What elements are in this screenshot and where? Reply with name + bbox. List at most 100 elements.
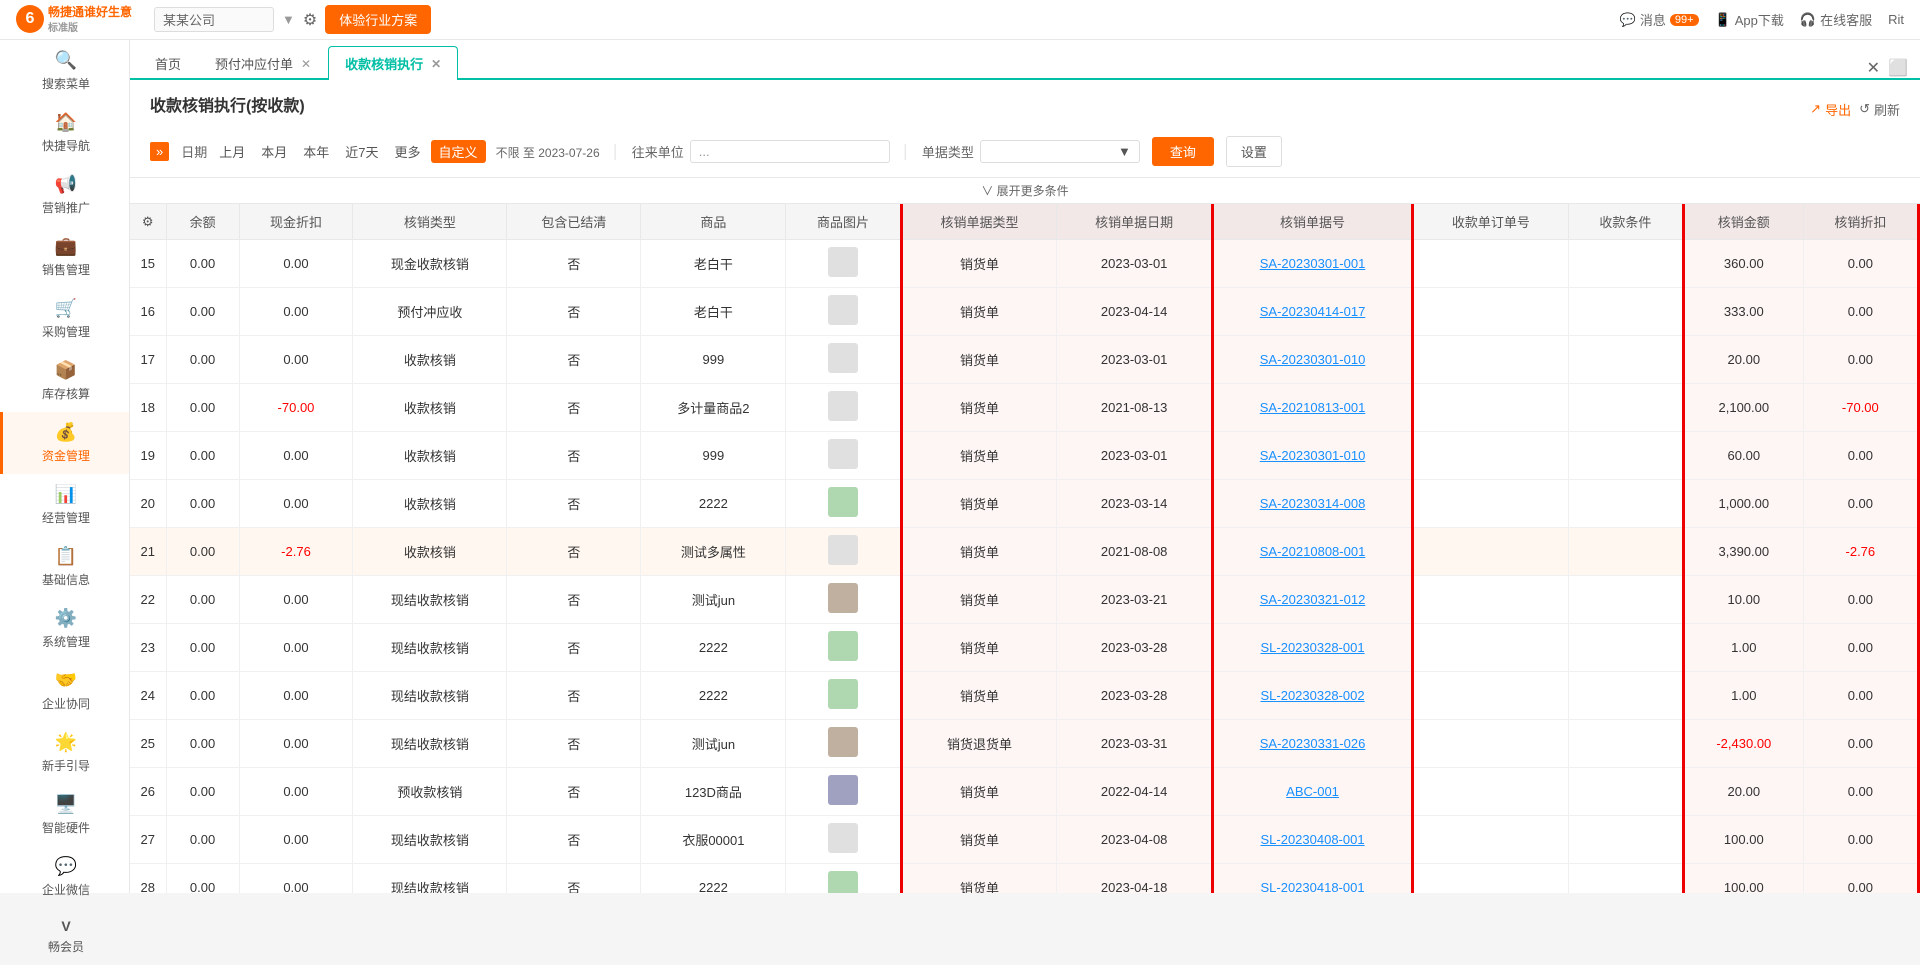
refresh-button[interactable]: ↺ 刷新 (1859, 100, 1900, 119)
sidebar-item-inventory[interactable]: 📦 库存核算 (0, 350, 129, 412)
cell-balance: 0.00 (166, 384, 239, 432)
goods-image (828, 247, 858, 277)
cell-id: 20 (130, 480, 166, 528)
cell-balance: 0.00 (166, 672, 239, 720)
cell-verify-doc-no[interactable]: SL-20230328-002 (1213, 672, 1413, 720)
cell-verify-doc-date: 2023-03-01 (1057, 432, 1213, 480)
cell-id: 25 (130, 720, 166, 768)
doc-no-link[interactable]: SA-20210813-001 (1260, 400, 1366, 415)
expand-button[interactable]: » (150, 142, 169, 161)
date-btn-last-month[interactable]: 上月 (213, 140, 251, 163)
cell-verify-doc-no[interactable]: SA-20230321-012 (1213, 576, 1413, 624)
cell-receipt-order-no (1413, 768, 1569, 816)
maximize-window-icon[interactable]: ⬜ (1888, 58, 1908, 78)
cell-receipt-condition (1568, 768, 1683, 816)
cell-verify-discount: 0.00 (1803, 672, 1918, 720)
sidebar-item-basic[interactable]: 📋 基础信息 (0, 536, 129, 598)
doc-no-link[interactable]: SA-20210808-001 (1260, 544, 1366, 559)
cell-verify-doc-no[interactable]: SA-20210808-001 (1213, 528, 1413, 576)
page-content: 收款核销执行(按收款) ↗ 导出 ↺ 刷新 » 日期 (130, 80, 1920, 893)
cell-verify-doc-no[interactable]: SA-20230301-001 (1213, 240, 1413, 288)
sidebar-item-finance[interactable]: 💰 资金管理 (0, 412, 129, 474)
message-item[interactable]: 💬 消息 99+ (1620, 10, 1699, 29)
tab-receipt[interactable]: 收款核销执行 ✕ (328, 46, 458, 80)
app-download-item[interactable]: 📱 App下载 (1715, 10, 1784, 29)
sidebar-item-quick-nav[interactable]: 🏠 快捷导航 (0, 102, 129, 164)
setting-button[interactable]: 设置 (1226, 136, 1282, 167)
doc-no-link[interactable]: SA-20230301-001 (1260, 256, 1366, 271)
doc-type-select[interactable]: ▼ (980, 140, 1140, 163)
tab-receipt-close-icon[interactable]: ✕ (431, 57, 441, 71)
date-btn-this-year[interactable]: 本年 (297, 140, 335, 163)
sidebar-label-guide: 新手引导 (42, 757, 90, 774)
cell-goods: 2222 (641, 864, 786, 894)
expand-more-bar[interactable]: ∨ 展开更多条件 (130, 178, 1920, 204)
doc-no-link[interactable]: ABC-001 (1286, 784, 1339, 799)
cell-include-settled: 否 (507, 480, 641, 528)
company-name[interactable]: 某某公司 (154, 7, 274, 32)
sidebar-item-purchase[interactable]: 🛒 采购管理 (0, 288, 129, 350)
cell-verify-doc-no[interactable]: SL-20230418-001 (1213, 864, 1413, 894)
date-btn-custom[interactable]: 自定义 (431, 140, 486, 163)
sidebar-item-hardware[interactable]: 🖥️ 智能硬件 (0, 784, 129, 846)
cell-verify-doc-no[interactable]: SL-20230408-001 (1213, 816, 1413, 864)
company-chevron-icon[interactable]: ▼ (282, 12, 295, 27)
doc-no-link[interactable]: SL-20230328-002 (1260, 688, 1364, 703)
sidebar-item-member[interactable]: V 畅会员 (0, 908, 129, 965)
industry-solution-button[interactable]: 体验行业方案 (325, 5, 431, 34)
cell-verify-doc-no[interactable]: SA-20230301-010 (1213, 336, 1413, 384)
cell-receipt-order-no (1413, 288, 1569, 336)
doc-no-link[interactable]: SL-20230328-001 (1260, 640, 1364, 655)
doc-no-link[interactable]: SL-20230418-001 (1260, 880, 1364, 893)
date-btn-this-month[interactable]: 本月 (255, 140, 293, 163)
cell-receipt-order-no (1413, 864, 1569, 894)
cell-verify-doc-no[interactable]: ABC-001 (1213, 768, 1413, 816)
cell-cash-discount: 0.00 (239, 864, 353, 894)
doc-no-link[interactable]: SA-20230314-008 (1260, 496, 1366, 511)
date-btn-7days[interactable]: 近7天 (339, 140, 384, 163)
cell-verify-doc-no[interactable]: SA-20230301-010 (1213, 432, 1413, 480)
user-name[interactable]: Rit (1888, 12, 1904, 27)
cell-verify-doc-no[interactable]: SA-20230314-008 (1213, 480, 1413, 528)
sidebar-item-sales[interactable]: 💼 销售管理 (0, 226, 129, 288)
doc-no-link[interactable]: SA-20230301-010 (1260, 448, 1366, 463)
sidebar-item-marketing[interactable]: 📢 营销推广 (0, 164, 129, 226)
sidebar-item-guide[interactable]: 🌟 新手引导 (0, 722, 129, 784)
cell-verify-type: 现结收款核销 (353, 720, 507, 768)
unit-input[interactable]: ... (690, 140, 890, 163)
logo-sub: 标准版 (48, 19, 132, 34)
export-button[interactable]: ↗ 导出 (1810, 100, 1851, 119)
sidebar-item-system[interactable]: ⚙️ 系统管理 (0, 598, 129, 660)
th-settings[interactable]: ⚙ (130, 204, 166, 240)
cell-id: 26 (130, 768, 166, 816)
doc-no-link[interactable]: SL-20230408-001 (1260, 832, 1364, 847)
cell-receipt-order-no (1413, 816, 1569, 864)
tab-prepay-close-icon[interactable]: ✕ (301, 57, 311, 71)
export-icon: ↗ (1810, 101, 1821, 117)
doc-no-link[interactable]: SA-20230321-012 (1260, 592, 1366, 607)
doc-no-link[interactable]: SA-20230331-026 (1260, 736, 1366, 751)
sidebar-item-search[interactable]: 🔍 搜索菜单 (0, 40, 129, 102)
cell-verify-doc-no[interactable]: SA-20230331-026 (1213, 720, 1413, 768)
date-btn-more[interactable]: 更多 (389, 140, 427, 163)
cell-verify-amount: 1.00 (1683, 672, 1803, 720)
settings-gear-icon[interactable]: ⚙ (303, 10, 317, 30)
tab-prepay[interactable]: 预付冲应付单 ✕ (198, 46, 328, 80)
tab-home[interactable]: 首页 (138, 46, 198, 80)
cell-verify-doc-no[interactable]: SA-20210813-001 (1213, 384, 1413, 432)
cell-goods-img (786, 864, 901, 894)
query-button[interactable]: 查询 (1152, 137, 1214, 166)
cell-verify-doc-no[interactable]: SA-20230414-017 (1213, 288, 1413, 336)
sidebar-item-enterprise[interactable]: 🤝 企业协同 (0, 660, 129, 722)
column-settings-icon[interactable]: ⚙ (142, 214, 154, 229)
tab-bar-right: ✕ ⬜ (1867, 58, 1920, 78)
doc-no-link[interactable]: SA-20230414-017 (1260, 304, 1366, 319)
online-service-item[interactable]: 🎧 在线客服 (1800, 10, 1872, 29)
cell-verify-doc-no[interactable]: SL-20230328-001 (1213, 624, 1413, 672)
cell-verify-type: 现结收款核销 (353, 576, 507, 624)
sidebar-item-wechat[interactable]: 💬 企业微信 (0, 846, 129, 908)
cell-goods-img (786, 576, 901, 624)
doc-no-link[interactable]: SA-20230301-010 (1260, 352, 1366, 367)
close-window-icon[interactable]: ✕ (1867, 58, 1880, 78)
sidebar-item-operation[interactable]: 📊 经营管理 (0, 474, 129, 536)
